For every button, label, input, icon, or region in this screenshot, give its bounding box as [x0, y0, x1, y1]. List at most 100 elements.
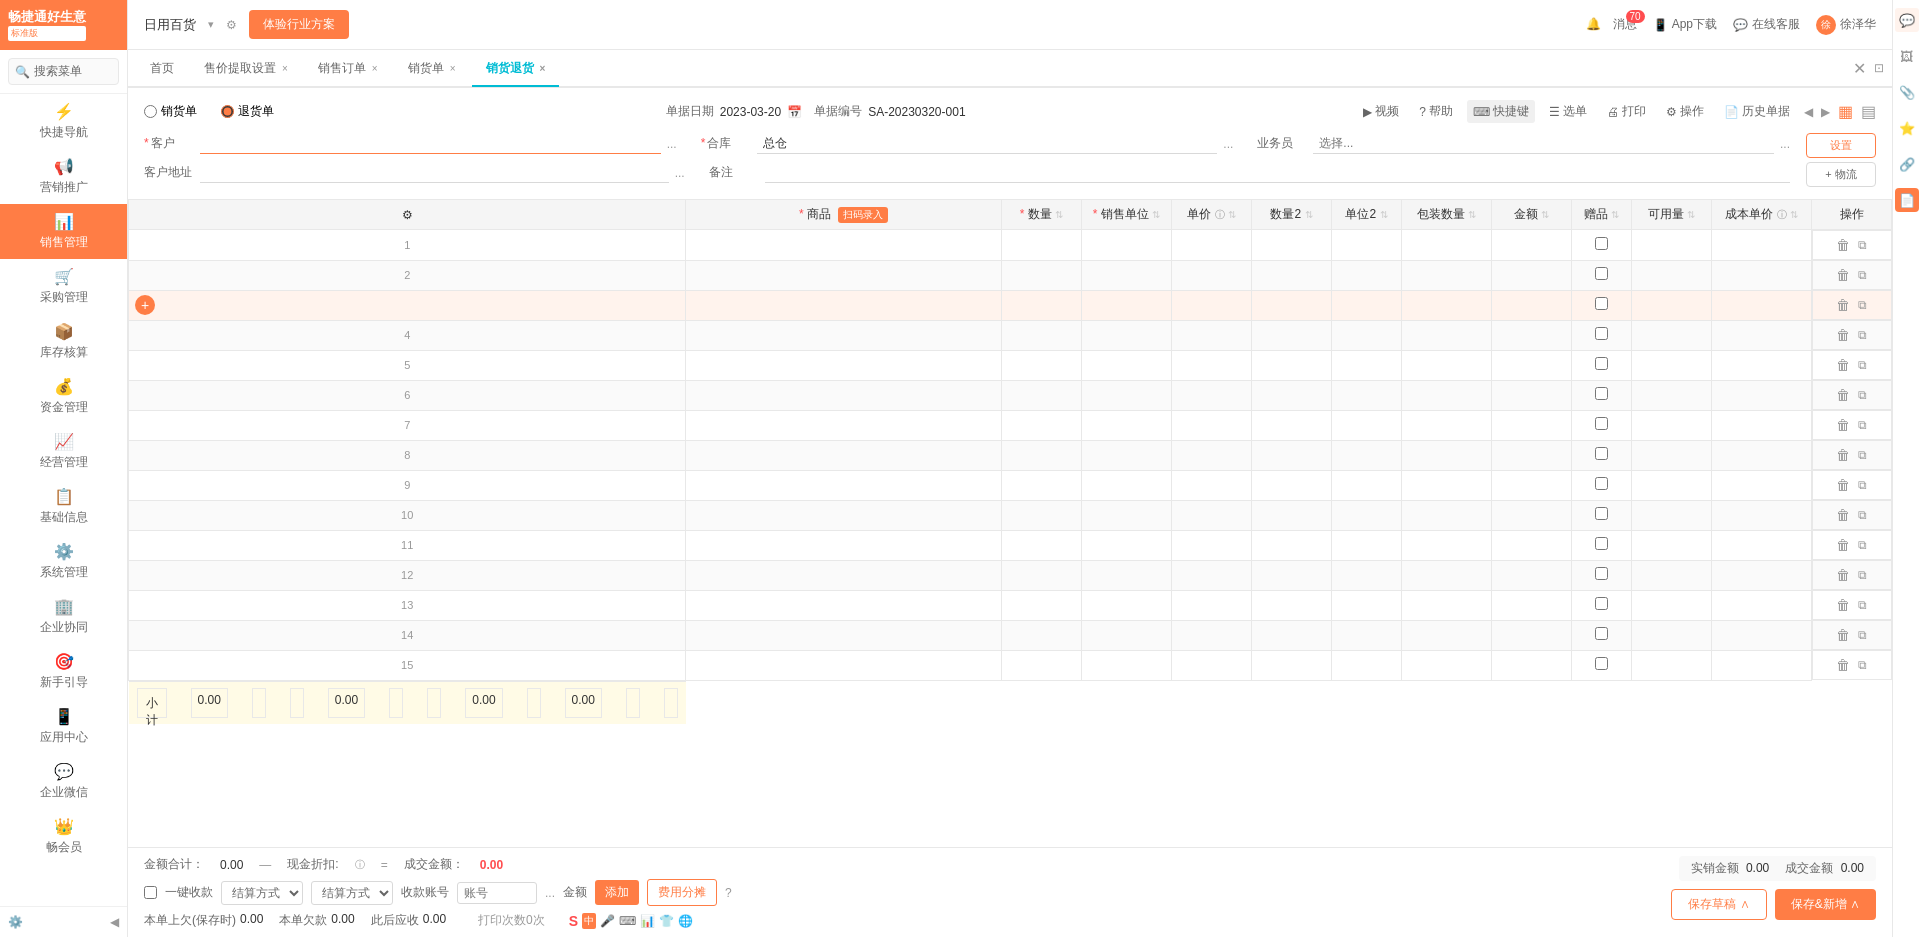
- pack-qty-cell[interactable]: [1402, 320, 1492, 350]
- delete-row-icon[interactable]: 🗑: [1836, 387, 1850, 403]
- remark-input[interactable]: [765, 162, 1790, 183]
- unit-price-cell[interactable]: [1172, 470, 1252, 500]
- delete-row-icon[interactable]: 🗑: [1836, 237, 1850, 253]
- product-cell[interactable]: [686, 380, 1002, 410]
- gift-checkbox[interactable]: [1595, 507, 1608, 520]
- available-cell[interactable]: [1632, 380, 1712, 410]
- unit2-cell[interactable]: [1332, 230, 1402, 261]
- gift-cell[interactable]: [1572, 590, 1632, 620]
- delete-row-icon[interactable]: 🗑: [1836, 417, 1850, 433]
- quantity2-cell[interactable]: [1252, 380, 1332, 410]
- sales-unit-cell[interactable]: [1082, 260, 1172, 290]
- customer-input[interactable]: [200, 133, 661, 154]
- salesperson-dots[interactable]: ...: [1780, 137, 1790, 151]
- amount-cell[interactable]: [1492, 230, 1572, 261]
- dropdown-icon[interactable]: ▾: [208, 18, 214, 31]
- quantity2-cell[interactable]: [1252, 500, 1332, 530]
- delete-row-icon[interactable]: 🗑: [1836, 447, 1850, 463]
- sales-unit-cell[interactable]: [1082, 620, 1172, 650]
- quantity-cell[interactable]: [1002, 380, 1082, 410]
- copy-row-icon[interactable]: ⧉: [1858, 508, 1867, 522]
- amount-cell[interactable]: [1492, 290, 1572, 320]
- tab-home[interactable]: 首页: [136, 52, 188, 87]
- sales-unit-cell[interactable]: [1082, 350, 1172, 380]
- product-cell[interactable]: [686, 530, 1002, 560]
- sort-cost-unit-price-icon[interactable]: ⇅: [1790, 209, 1798, 220]
- quantity2-cell[interactable]: [1252, 350, 1332, 380]
- product-cell[interactable]: [686, 260, 1002, 290]
- gift-cell[interactable]: [1572, 560, 1632, 590]
- delete-row-icon[interactable]: 🗑: [1836, 507, 1850, 523]
- scan-btn[interactable]: 扫码录入: [838, 207, 888, 223]
- sidebar-item-basic[interactable]: 📋 基础信息: [0, 479, 127, 534]
- experience-button[interactable]: 体验行业方案: [249, 10, 349, 39]
- copy-row-icon[interactable]: ⧉: [1858, 448, 1867, 462]
- sales-unit-cell[interactable]: [1082, 320, 1172, 350]
- address-input[interactable]: [200, 162, 669, 183]
- add-payment-btn[interactable]: 添加: [595, 880, 639, 905]
- bank-account-dots[interactable]: ...: [545, 886, 555, 900]
- next-record-icon[interactable]: ▶: [1821, 105, 1830, 119]
- gift-checkbox[interactable]: [1595, 237, 1608, 250]
- pack-qty-cell[interactable]: [1402, 410, 1492, 440]
- delete-row-icon[interactable]: 🗑: [1836, 627, 1850, 643]
- sales-unit-cell[interactable]: [1082, 560, 1172, 590]
- sidebar-item-system[interactable]: ⚙️ 系统管理: [0, 534, 127, 589]
- sales-unit-cell[interactable]: [1082, 410, 1172, 440]
- quantity-cell[interactable]: [1002, 260, 1082, 290]
- customer-dots[interactable]: ...: [667, 137, 677, 151]
- cost-unit-price-cell[interactable]: [1712, 590, 1812, 620]
- available-cell[interactable]: [1632, 560, 1712, 590]
- copy-row-icon[interactable]: ⧉: [1858, 358, 1867, 372]
- sidebar-item-sales[interactable]: 📊 销售管理: [0, 204, 127, 259]
- prev-record-icon[interactable]: ◀: [1804, 105, 1813, 119]
- sales-unit-cell[interactable]: [1082, 290, 1172, 320]
- available-cell[interactable]: [1632, 320, 1712, 350]
- radio-sales[interactable]: [144, 105, 157, 118]
- sales-unit-cell[interactable]: [1082, 470, 1172, 500]
- gift-checkbox[interactable]: [1595, 477, 1608, 490]
- cost-unit-price-cell[interactable]: [1712, 560, 1812, 590]
- amount-cell[interactable]: [1492, 470, 1572, 500]
- sales-unit-cell[interactable]: [1082, 380, 1172, 410]
- unit2-cell[interactable]: [1332, 260, 1402, 290]
- sales-unit-cell[interactable]: [1082, 230, 1172, 261]
- expense-split-btn[interactable]: 费用分摊: [647, 879, 717, 906]
- available-cell[interactable]: [1632, 530, 1712, 560]
- available-cell[interactable]: [1632, 620, 1712, 650]
- view-list-icon[interactable]: ▦: [1838, 102, 1853, 121]
- bank-account-input[interactable]: [457, 882, 537, 904]
- toolbar-help[interactable]: ? 帮助: [1413, 100, 1459, 123]
- cost-unit-price-cell[interactable]: [1712, 470, 1812, 500]
- gift-checkbox[interactable]: [1595, 627, 1608, 640]
- product-cell[interactable]: [686, 470, 1002, 500]
- gift-cell[interactable]: [1572, 320, 1632, 350]
- tab-price-setup-close[interactable]: ×: [282, 63, 288, 74]
- gift-checkbox[interactable]: [1595, 597, 1608, 610]
- quantity2-cell[interactable]: [1252, 560, 1332, 590]
- toolbar-select[interactable]: ☰ 选单: [1543, 100, 1593, 123]
- sort-quantity-icon[interactable]: ⇅: [1055, 209, 1063, 220]
- quantity-cell[interactable]: [1002, 560, 1082, 590]
- copy-row-icon[interactable]: ⧉: [1858, 298, 1867, 312]
- right-sidebar-image[interactable]: 🖼: [1895, 44, 1919, 68]
- pack-qty-cell[interactable]: [1402, 290, 1492, 320]
- quantity-cell[interactable]: [1002, 590, 1082, 620]
- product-cell[interactable]: [686, 590, 1002, 620]
- calendar-icon[interactable]: 📅: [787, 105, 802, 119]
- product-cell[interactable]: [686, 560, 1002, 590]
- save-draft-button[interactable]: 保存草稿 ∧: [1671, 889, 1766, 920]
- delete-row-icon[interactable]: 🗑: [1836, 477, 1850, 493]
- quantity2-cell[interactable]: [1252, 230, 1332, 261]
- quantity-cell[interactable]: [1002, 530, 1082, 560]
- unit2-cell[interactable]: [1332, 380, 1402, 410]
- unit-price-cell[interactable]: [1172, 350, 1252, 380]
- sort-quantity2-icon[interactable]: ⇅: [1305, 209, 1313, 220]
- amount-cell[interactable]: [1492, 350, 1572, 380]
- copy-row-icon[interactable]: ⧉: [1858, 478, 1867, 492]
- quantity-cell[interactable]: [1002, 500, 1082, 530]
- cost-unit-price-cell[interactable]: [1712, 650, 1812, 680]
- sidebar-item-marketing[interactable]: 📢 营销推广: [0, 149, 127, 204]
- unit-price-cell[interactable]: [1172, 530, 1252, 560]
- quantity2-cell[interactable]: [1252, 530, 1332, 560]
